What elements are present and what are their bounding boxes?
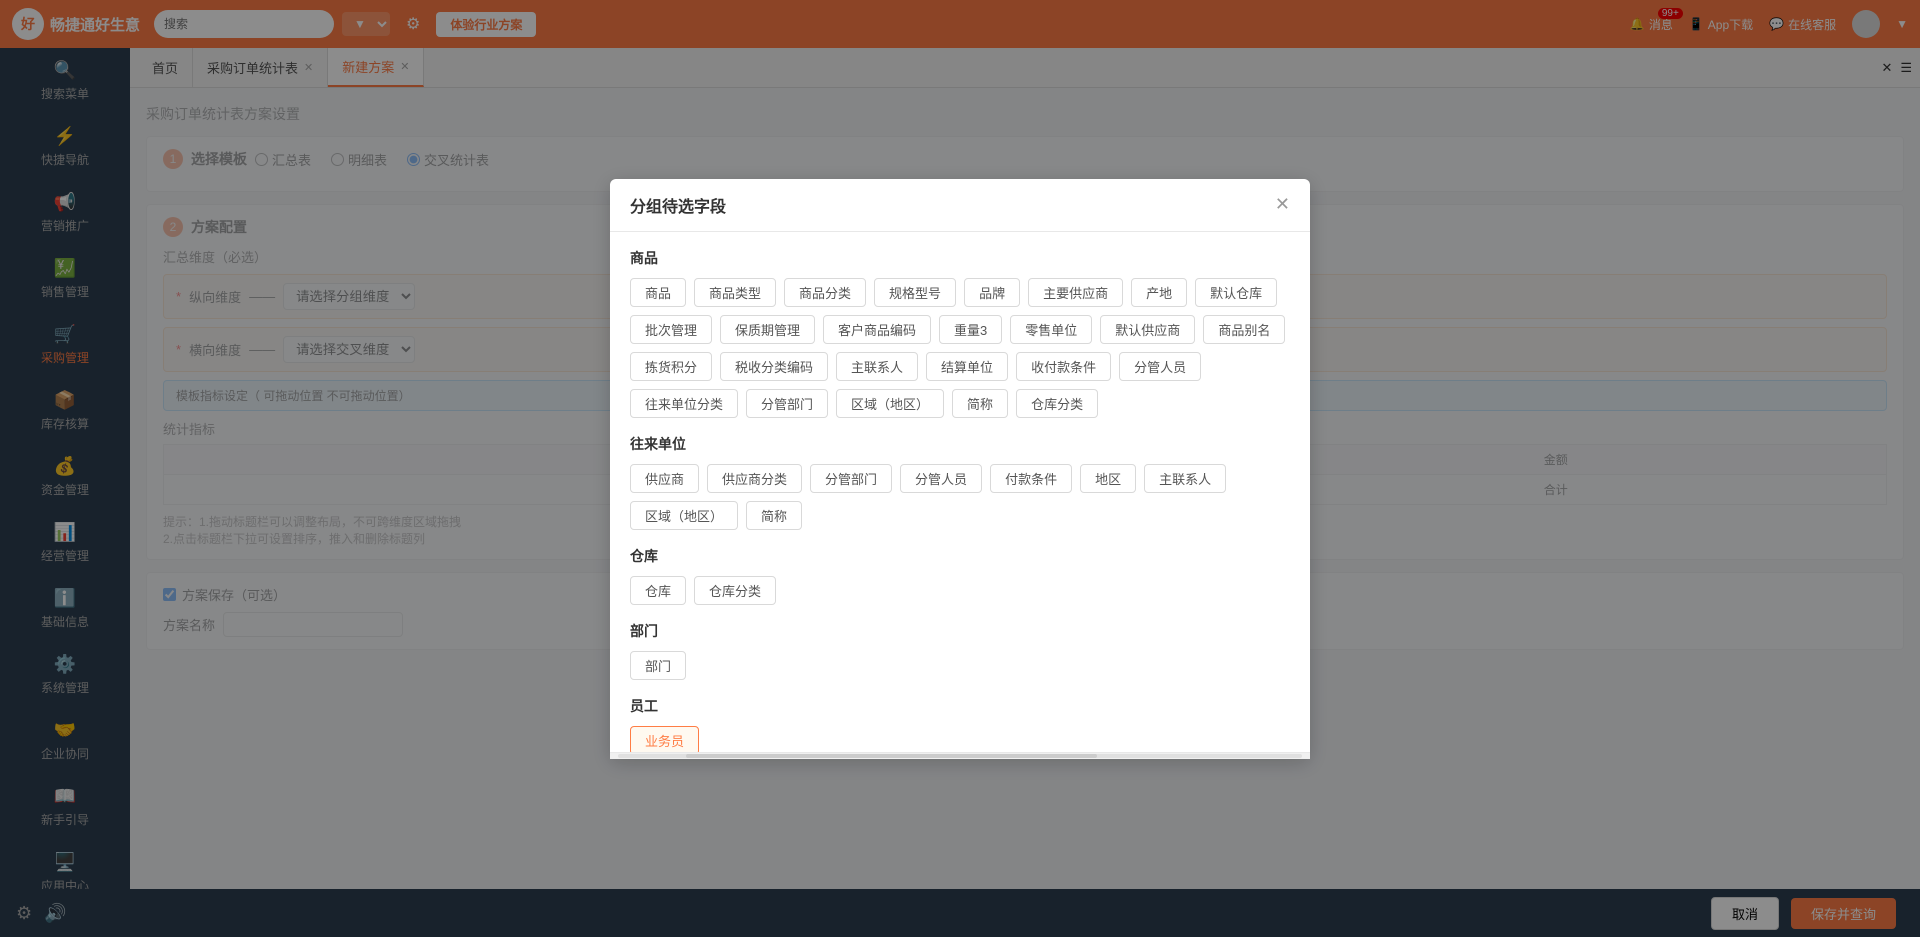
field-chip-warehouse-cat[interactable]: 仓库分类 xyxy=(694,576,776,605)
warehouse-section: 仓库 仓库 仓库分类 xyxy=(630,546,1290,605)
warehouse-chips: 仓库 仓库分类 xyxy=(630,576,1290,605)
field-chip-product-category[interactable]: 商品分类 xyxy=(784,278,866,307)
field-chip-salesperson[interactable]: 业务员 xyxy=(630,726,699,753)
field-chip-origin[interactable]: 产地 xyxy=(1131,278,1187,307)
field-chip-weight[interactable]: 重量3 xyxy=(939,315,1002,344)
field-chip-area[interactable]: 地区 xyxy=(1080,464,1136,493)
modal-close-button[interactable]: ✕ xyxy=(1275,194,1290,215)
product-section: 商品 商品 商品类型 商品分类 规格型号 品牌 主要供应商 产地 默认仓库 批次… xyxy=(630,248,1290,418)
field-chip-product-alias[interactable]: 商品别名 xyxy=(1203,315,1285,344)
field-chip-expiry-mgmt[interactable]: 保质期管理 xyxy=(720,315,815,344)
field-chip-main-contact2[interactable]: 主联系人 xyxy=(1144,464,1226,493)
field-chip-partner-category[interactable]: 往来单位分类 xyxy=(630,389,738,418)
modal-horizontal-scrollbar[interactable] xyxy=(618,754,1302,758)
field-chip-warehouse[interactable]: 仓库 xyxy=(630,576,686,605)
modal-scrollbar-container xyxy=(610,752,1310,758)
modal-title: 分组待选字段 xyxy=(630,193,726,217)
field-chip-brand[interactable]: 品牌 xyxy=(964,278,1020,307)
employee-section: 员工 业务员 xyxy=(630,696,1290,753)
field-chip-abbr2[interactable]: 简称 xyxy=(746,501,802,530)
product-section-title: 商品 xyxy=(630,248,1290,268)
field-chip-payment-cond[interactable]: 付款条件 xyxy=(990,464,1072,493)
field-chip-main-contact[interactable]: 主联系人 xyxy=(836,352,918,381)
field-chip-abbr[interactable]: 简称 xyxy=(952,389,1008,418)
field-chip-settle-unit[interactable]: 结算单位 xyxy=(926,352,1008,381)
field-selection-modal: 分组待选字段 ✕ 商品 商品 商品类型 商品分类 规格型号 品牌 主要供应商 产… xyxy=(610,179,1310,759)
field-chip-batch-mgmt[interactable]: 批次管理 xyxy=(630,315,712,344)
field-chip-customer-code[interactable]: 客户商品编码 xyxy=(823,315,931,344)
horizontal-scrollbar-thumb xyxy=(686,754,1096,758)
field-chip-product[interactable]: 商品 xyxy=(630,278,686,307)
field-chip-region2[interactable]: 区域（地区） xyxy=(630,501,738,530)
field-chip-supplier[interactable]: 供应商 xyxy=(630,464,699,493)
field-chip-region[interactable]: 区域（地区） xyxy=(836,389,944,418)
employee-chips: 业务员 xyxy=(630,726,1290,753)
field-chip-default-supplier[interactable]: 默认供应商 xyxy=(1100,315,1195,344)
field-chip-manager[interactable]: 分管人员 xyxy=(1119,352,1201,381)
field-chip-main-supplier[interactable]: 主要供应商 xyxy=(1028,278,1123,307)
department-section: 部门 部门 xyxy=(630,621,1290,680)
product-chips: 商品 商品类型 商品分类 规格型号 品牌 主要供应商 产地 默认仓库 批次管理 … xyxy=(630,278,1290,418)
field-chip-managed-dept[interactable]: 分管部门 xyxy=(810,464,892,493)
field-chip-default-warehouse[interactable]: 默认仓库 xyxy=(1195,278,1277,307)
partner-section: 往来单位 供应商 供应商分类 分管部门 分管人员 付款条件 地区 主联系人 区域… xyxy=(630,434,1290,530)
warehouse-section-title: 仓库 xyxy=(630,546,1290,566)
field-chip-product-type[interactable]: 商品类型 xyxy=(694,278,776,307)
field-chip-pick-score[interactable]: 拣货积分 xyxy=(630,352,712,381)
modal-body[interactable]: 商品 商品 商品类型 商品分类 规格型号 品牌 主要供应商 产地 默认仓库 批次… xyxy=(610,232,1310,753)
field-chip-retail-unit[interactable]: 零售单位 xyxy=(1010,315,1092,344)
department-chips: 部门 xyxy=(630,651,1290,680)
department-section-title: 部门 xyxy=(630,621,1290,641)
field-chip-supplier-category[interactable]: 供应商分类 xyxy=(707,464,802,493)
modal-overlay: 分组待选字段 ✕ 商品 商品 商品类型 商品分类 规格型号 品牌 主要供应商 产… xyxy=(0,0,1920,937)
field-chip-spec-model[interactable]: 规格型号 xyxy=(874,278,956,307)
partner-chips: 供应商 供应商分类 分管部门 分管人员 付款条件 地区 主联系人 区域（地区） … xyxy=(630,464,1290,530)
field-chip-managed-person[interactable]: 分管人员 xyxy=(900,464,982,493)
field-chip-warehouse-category[interactable]: 仓库分类 xyxy=(1016,389,1098,418)
field-chip-department[interactable]: 部门 xyxy=(630,651,686,680)
employee-section-title: 员工 xyxy=(630,696,1290,716)
field-chip-payment-terms[interactable]: 收付款条件 xyxy=(1016,352,1111,381)
field-chip-dept[interactable]: 分管部门 xyxy=(746,389,828,418)
field-chip-tax-code[interactable]: 税收分类编码 xyxy=(720,352,828,381)
modal-header: 分组待选字段 ✕ xyxy=(610,179,1310,232)
partner-section-title: 往来单位 xyxy=(630,434,1290,454)
